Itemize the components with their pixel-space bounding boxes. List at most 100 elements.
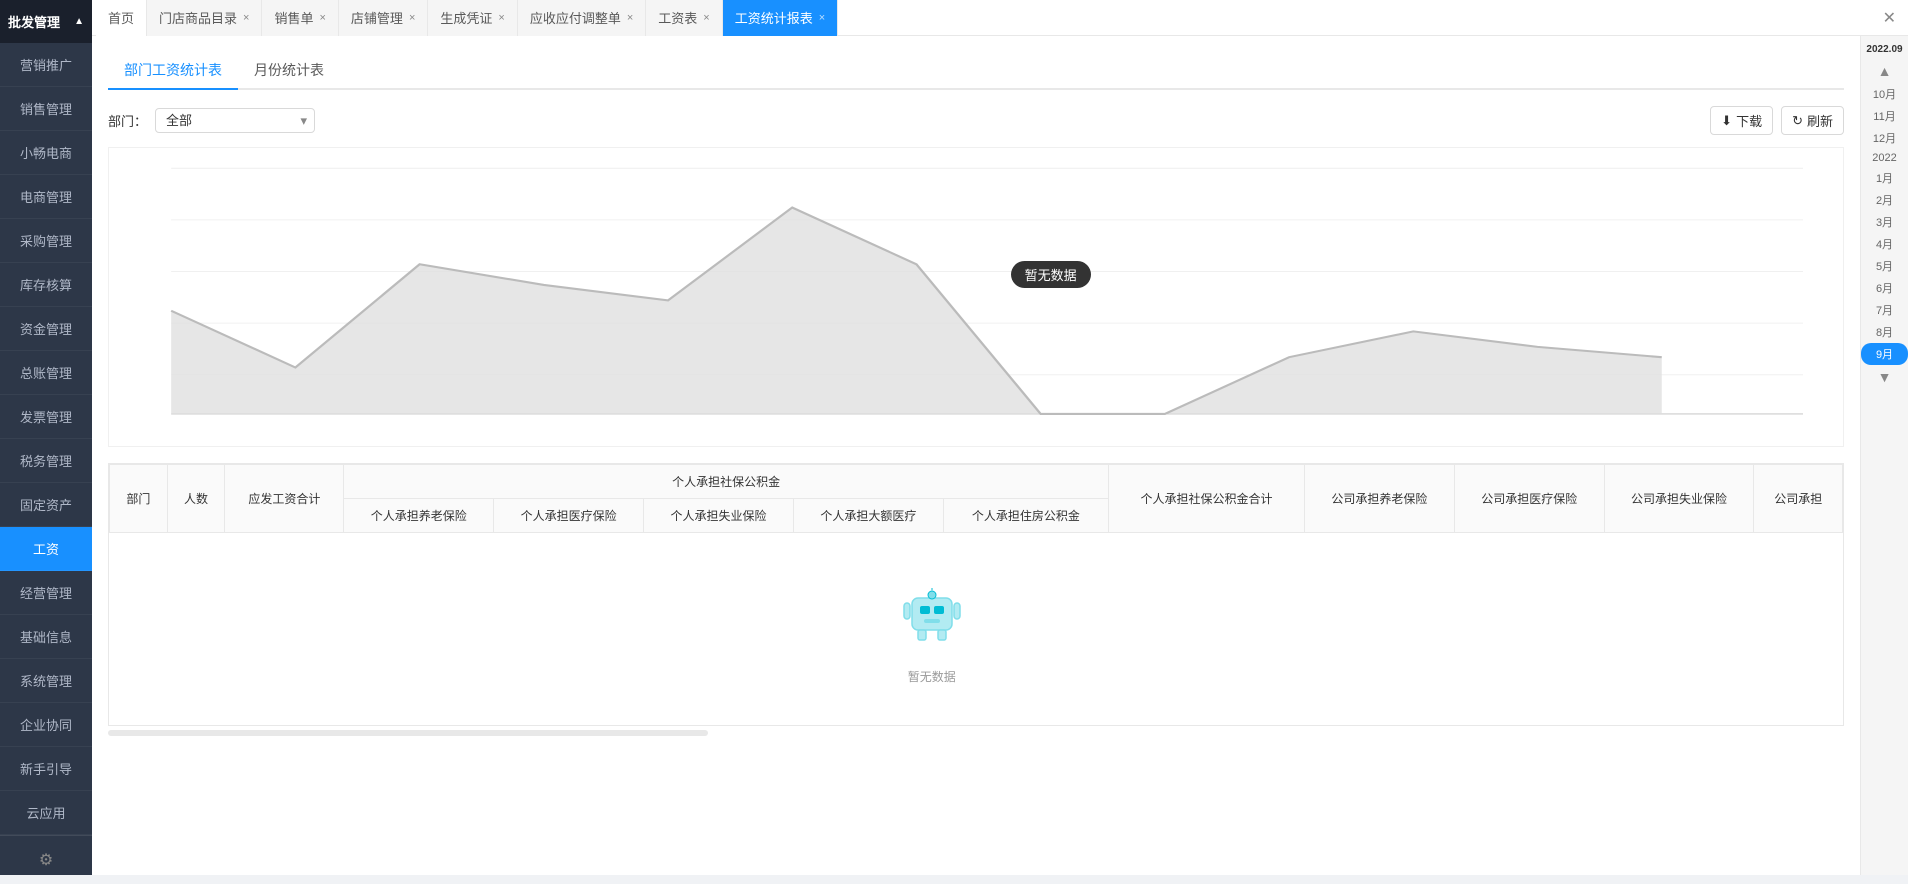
- col-personal-serious-medical: 个人承担大额医疗: [793, 499, 943, 533]
- sidebar-item-ecommerce-small[interactable]: 小畅电商: [0, 131, 92, 175]
- tab-close-wage-table[interactable]: ×: [703, 12, 709, 24]
- table-header-row-1: 部门 人数 应发工资合计 个人承担社保公积金 个人承担社保公积金合计 公司承担养…: [110, 465, 1843, 499]
- tab-sales-order[interactable]: 销售单×: [262, 0, 338, 36]
- sidebar-item-sales[interactable]: 销售管理: [0, 87, 92, 131]
- tab-wage-stats[interactable]: 工资统计报表×: [723, 0, 838, 36]
- timeline-month-7[interactable]: 7月: [1861, 299, 1908, 321]
- timeline-month-12[interactable]: 12月: [1861, 127, 1908, 149]
- dept-label: 部门：: [108, 111, 147, 130]
- timeline-month-5[interactable]: 5月: [1861, 255, 1908, 277]
- col-personal-insurance-total: 个人承担社保公积金合计: [1108, 465, 1304, 533]
- filter-row: 部门： 全部 行政部 销售部 财务部 技术部: [108, 108, 315, 133]
- sidebar-item-tax[interactable]: 税务管理: [0, 439, 92, 483]
- settings-icon: ⚙: [39, 852, 53, 869]
- sidebar-collapse-icon: ▲: [74, 16, 84, 27]
- toolbar: 部门： 全部 行政部 销售部 财务部 技术部 ⬇ 下载: [108, 106, 1844, 135]
- empty-text: 暂无数据: [150, 668, 1714, 685]
- tab-payable[interactable]: 应收应付调整单×: [518, 0, 646, 36]
- sub-tab-monthly-stats[interactable]: 月份统计表: [238, 52, 340, 90]
- refresh-icon: ↻: [1792, 113, 1803, 129]
- timeline-panel: 2022.09 ▲ 10月 11月 12月 2022 1月 2月 3月 4月 5…: [1860, 36, 1908, 875]
- timeline-down-button[interactable]: ▼: [1874, 365, 1896, 389]
- tab-close-vouchers[interactable]: ×: [498, 12, 504, 24]
- chart-tooltip: 暂无数据: [1011, 261, 1091, 288]
- sidebar-item-marketing[interactable]: 营销推广: [0, 43, 92, 87]
- sidebar-item-assets[interactable]: 固定资产: [0, 483, 92, 527]
- dept-select[interactable]: 全部 行政部 销售部 财务部 技术部: [155, 108, 315, 133]
- close-all-icon: ✕: [1883, 8, 1896, 28]
- timeline-month-4[interactable]: 4月: [1861, 233, 1908, 255]
- main-area: 首页门店商品目录×销售单×店铺管理×生成凭证×应收应付调整单×工资表×工资统计报…: [92, 0, 1908, 875]
- timeline-month-3[interactable]: 3月: [1861, 211, 1908, 233]
- horizontal-scrollbar[interactable]: [108, 730, 708, 736]
- sidebar-item-inventory[interactable]: 库存核算: [0, 263, 92, 307]
- action-buttons: ⬇ 下载 ↻ 刷新: [1710, 106, 1844, 135]
- sidebar-title: 批发管理: [8, 12, 60, 31]
- timeline-month-9[interactable]: 9月: [1861, 343, 1908, 365]
- tab-bar: 首页门店商品目录×销售单×店铺管理×生成凭证×应收应付调整单×工资表×工资统计报…: [92, 0, 1908, 36]
- refresh-button[interactable]: ↻ 刷新: [1781, 106, 1844, 135]
- sidebar-header[interactable]: 批发管理 ▲: [0, 0, 92, 43]
- download-icon: ⬇: [1721, 113, 1732, 129]
- sidebar-item-system[interactable]: 系统管理: [0, 659, 92, 703]
- sub-tab-bar: 部门工资统计表月份统计表: [108, 52, 1844, 90]
- content-area: 部门工资统计表月份统计表 部门： 全部 行政部 销售部 财务部 技术部: [92, 36, 1908, 875]
- page-content: 部门工资统计表月份统计表 部门： 全部 行政部 销售部 财务部 技术部: [92, 36, 1860, 875]
- tab-close-store-mgmt[interactable]: ×: [409, 12, 415, 24]
- col-dept: 部门: [110, 465, 168, 533]
- chart-container: 500 400 300 200 100 0: [108, 147, 1844, 447]
- col-people: 人数: [167, 465, 225, 533]
- tab-close-wage-stats[interactable]: ×: [819, 12, 825, 24]
- sidebar-item-basics[interactable]: 基础信息: [0, 615, 92, 659]
- sidebar-settings-button[interactable]: ⚙: [0, 835, 92, 884]
- col-personal-medical: 个人承担医疗保险: [494, 499, 644, 533]
- sidebar-item-enterprise[interactable]: 企业协同: [0, 703, 92, 747]
- col-personal-insurance-group: 个人承担社保公积金: [344, 465, 1109, 499]
- sidebar-item-guide[interactable]: 新手引导: [0, 747, 92, 791]
- sidebar-item-ecommerce[interactable]: 电商管理: [0, 175, 92, 219]
- sidebar-item-procurement[interactable]: 采购管理: [0, 219, 92, 263]
- sidebar: 批发管理 ▲ 营销推广销售管理小畅电商电商管理采购管理库存核算资金管理总账管理发…: [0, 0, 92, 875]
- tab-wage-table[interactable]: 工资表×: [646, 0, 722, 36]
- sub-tab-dept-stats[interactable]: 部门工资统计表: [108, 52, 238, 90]
- timeline-year-2022[interactable]: 2022: [1861, 149, 1908, 167]
- empty-state: 暂无数据: [110, 533, 1754, 725]
- tab-close-payable[interactable]: ×: [627, 12, 633, 24]
- close-all-tabs-button[interactable]: ✕: [1871, 8, 1908, 28]
- sidebar-item-ledger[interactable]: 总账管理: [0, 351, 92, 395]
- chart-svg: 500 400 300 200 100 0: [159, 158, 1803, 416]
- sidebar-item-finance[interactable]: 资金管理: [0, 307, 92, 351]
- data-table: 部门 人数 应发工资合计 个人承担社保公积金 个人承担社保公积金合计 公司承担养…: [108, 463, 1844, 726]
- col-total-wage: 应发工资合计: [225, 465, 344, 533]
- col-company-medical: 公司承担医疗保险: [1454, 465, 1604, 533]
- col-personal-pension: 个人承担养老保险: [344, 499, 494, 533]
- sidebar-item-payroll[interactable]: 工资: [0, 527, 92, 571]
- timeline-month-1[interactable]: 1月: [1861, 167, 1908, 189]
- tab-home[interactable]: 首页: [96, 0, 147, 36]
- timeline-month-8[interactable]: 8月: [1861, 321, 1908, 343]
- download-button[interactable]: ⬇ 下载: [1710, 106, 1773, 135]
- tab-close-catalog[interactable]: ×: [243, 12, 249, 24]
- tab-store-mgmt[interactable]: 店铺管理×: [339, 0, 428, 36]
- col-personal-housing-fund: 个人承担住房公积金: [943, 499, 1108, 533]
- timeline-up-button[interactable]: ▲: [1874, 59, 1896, 83]
- col-personal-unemployment: 个人承担失业保险: [644, 499, 794, 533]
- empty-robot-icon: [892, 573, 972, 653]
- tab-vouchers[interactable]: 生成凭证×: [428, 0, 517, 36]
- col-company-unemployment: 公司承担失业保险: [1604, 465, 1754, 533]
- timeline-current-date[interactable]: 2022.09: [1861, 40, 1908, 59]
- col-company-more: 公司承担: [1754, 465, 1843, 533]
- empty-state-row: 暂无数据: [110, 533, 1843, 726]
- timeline-month-10[interactable]: 10月: [1861, 83, 1908, 105]
- sidebar-item-cloud[interactable]: 云应用: [0, 791, 92, 835]
- timeline-month-6[interactable]: 6月: [1861, 277, 1908, 299]
- col-company-pension: 公司承担养老保险: [1304, 465, 1454, 533]
- table-body: 暂无数据: [110, 533, 1843, 726]
- timeline-month-11[interactable]: 11月: [1861, 105, 1908, 127]
- timeline-month-2[interactable]: 2月: [1861, 189, 1908, 211]
- tab-close-sales-order[interactable]: ×: [319, 12, 325, 24]
- dept-select-wrapper: 全部 行政部 销售部 财务部 技术部: [155, 108, 315, 133]
- sidebar-item-invoice[interactable]: 发票管理: [0, 395, 92, 439]
- sidebar-item-operations[interactable]: 经营管理: [0, 571, 92, 615]
- tab-catalog[interactable]: 门店商品目录×: [147, 0, 262, 36]
